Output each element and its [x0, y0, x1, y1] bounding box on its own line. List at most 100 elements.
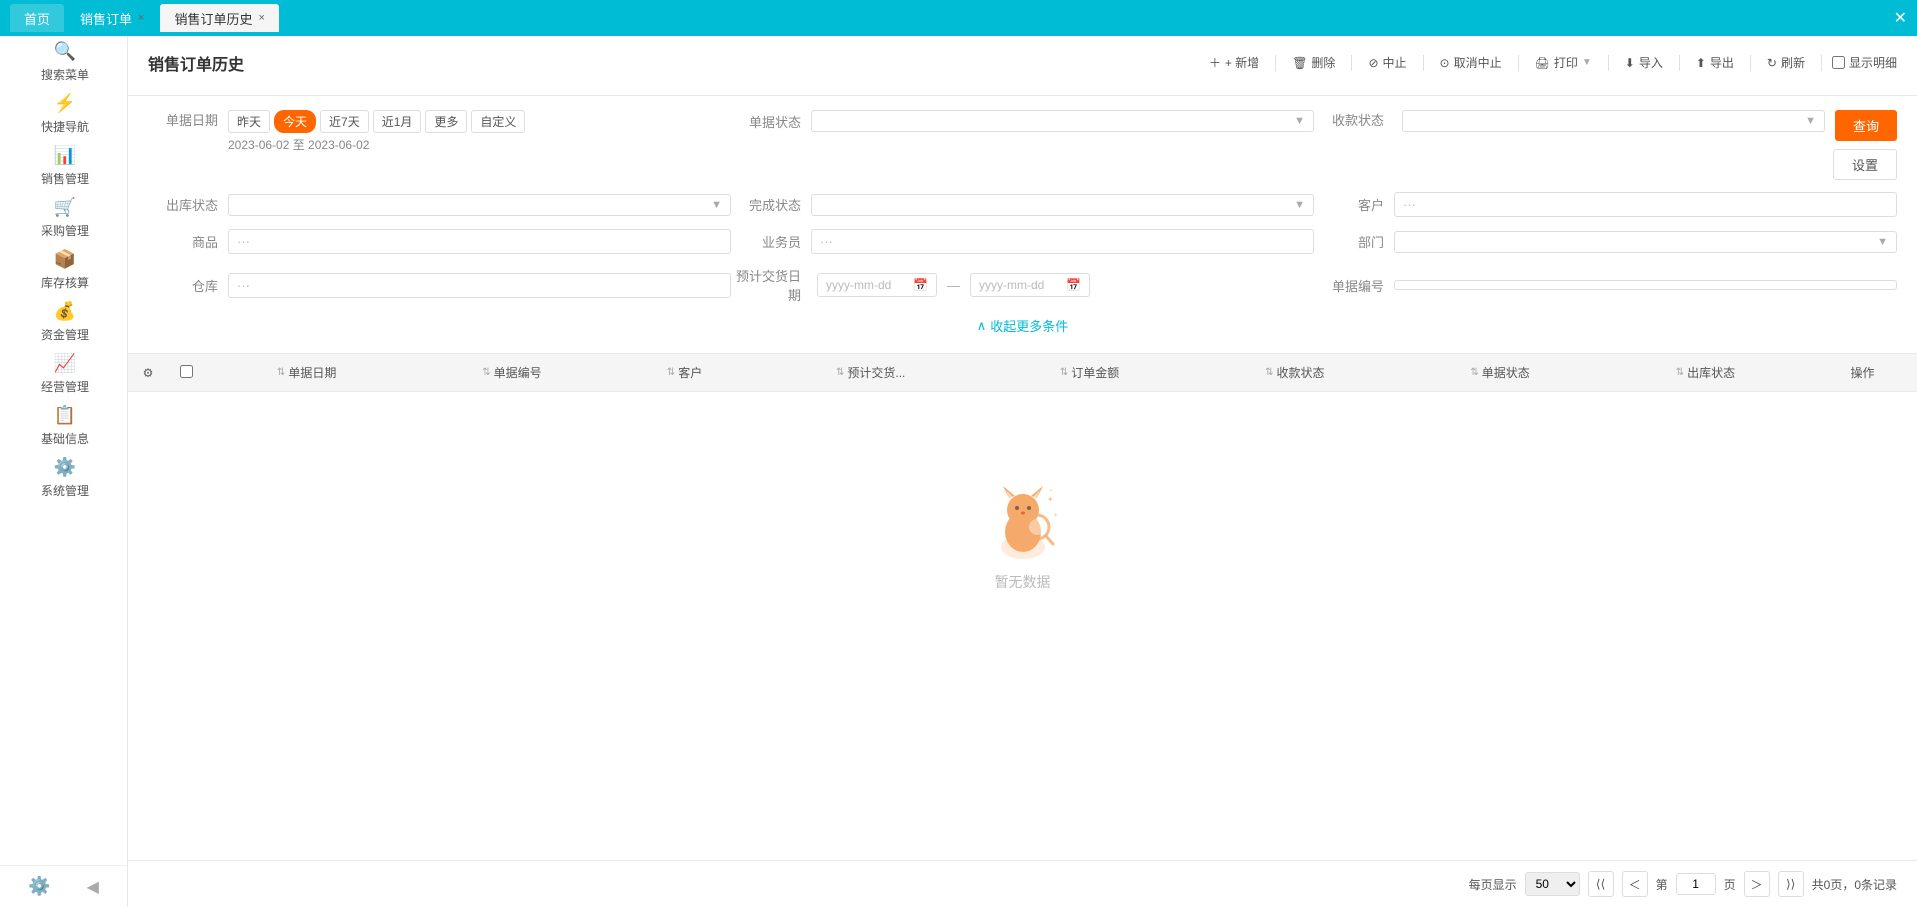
toolbar-sep-7: [1750, 55, 1751, 71]
select-all-checkbox[interactable]: [180, 365, 193, 378]
th-delivery-status: ⇅ 出库状态: [1603, 354, 1808, 392]
toolbar-sep-4: [1518, 55, 1519, 71]
date-btn-7days[interactable]: 近7天: [320, 110, 369, 133]
window-close-btn[interactable]: ✕: [1894, 8, 1907, 28]
date-btn-today[interactable]: 今天: [274, 110, 316, 133]
sidebar-item-purchase-mgmt[interactable]: 🛒 采购管理: [0, 192, 127, 244]
date-btn-1month[interactable]: 近1月: [373, 110, 422, 133]
th-action: 操作: [1808, 354, 1917, 392]
order-status-select[interactable]: ▼: [811, 110, 1314, 132]
sidebar-item-system-mgmt[interactable]: ⚙️ 系统管理: [0, 452, 127, 504]
sidebar-item-inventory[interactable]: 📦 库存核算: [0, 244, 127, 296]
export-button[interactable]: ⬆ 导出: [1690, 50, 1740, 75]
tab-sales-order[interactable]: 销售订单 ×: [66, 4, 158, 32]
query-button[interactable]: 查询: [1835, 110, 1897, 141]
display-detail-checkbox[interactable]: [1832, 56, 1845, 69]
operations-icon: 📈: [54, 353, 76, 374]
tab-sales-order-history[interactable]: 销售订单历史 ×: [160, 4, 278, 32]
finance-icon: 💰: [54, 301, 76, 322]
per-page-select[interactable]: 50 20 100: [1525, 872, 1580, 896]
tab-sales-order-close[interactable]: ×: [138, 12, 144, 24]
last-page-btn[interactable]: ⟩⟩: [1778, 871, 1804, 897]
top-bar-right: ✕: [1894, 8, 1907, 28]
tab-sales-order-history-close[interactable]: ×: [258, 12, 264, 24]
svg-text:✦: ✦: [1049, 488, 1053, 494]
th-date-sort-icon[interactable]: ⇅: [277, 367, 285, 378]
th-order-amount-sort-icon[interactable]: ⇅: [1060, 367, 1068, 378]
sidebar-item-system-mgmt-label: 系统管理: [41, 482, 89, 499]
cancel-stop-button[interactable]: ⊙ 取消中止: [1434, 50, 1508, 75]
settings-button[interactable]: 设置: [1833, 149, 1897, 180]
main-layout: 🔍 搜索菜单 ⚡ 快捷导航 📊 销售管理 🛒 采购管理 📦 库存核算 💰 资金管…: [0, 36, 1917, 907]
sidebar-item-operations-label: 经营管理: [41, 378, 89, 395]
import-button[interactable]: ⬇ 导入: [1619, 50, 1669, 75]
th-customer-sort-icon[interactable]: ⇅: [667, 367, 675, 378]
order-number-input[interactable]: [1394, 280, 1897, 290]
calendar-icon-end: 📅: [1066, 278, 1081, 292]
stop-button[interactable]: ⊘ 中止: [1362, 50, 1412, 75]
th-settings[interactable]: ⚙: [128, 354, 168, 392]
th-payment-status: ⇅ 收款状态: [1192, 354, 1397, 392]
per-page-label: 每页显示: [1469, 876, 1517, 893]
tab-home[interactable]: 首页: [10, 4, 64, 32]
toolbar-sep-6: [1679, 55, 1680, 71]
delivery-status-select[interactable]: ▼: [228, 194, 731, 216]
table-header-row: ⚙ ⇅ 单据日期 ⇅: [128, 354, 1917, 392]
page-label-after: 页: [1724, 876, 1736, 893]
top-tab-bar: 首页 销售订单 × 销售订单历史 × ✕: [0, 0, 1917, 36]
filter-expected-delivery-cell: 预计交货日期 yyyy-mm-dd 📅 — yyyy-mm-dd 📅: [731, 266, 1314, 304]
sidebar-item-basic-info[interactable]: 📋 基础信息: [0, 400, 127, 452]
warehouse-input[interactable]: ···: [228, 273, 731, 298]
print-button[interactable]: 🖨 打印 ▼: [1529, 50, 1598, 75]
salesperson-input[interactable]: ···: [811, 229, 1314, 254]
product-input[interactable]: ···: [228, 229, 731, 254]
date-btn-more[interactable]: 更多: [425, 110, 467, 133]
settings-gear-icon: ⚙: [143, 366, 154, 380]
purchase-mgmt-icon: 🛒: [54, 197, 76, 218]
th-checkbox[interactable]: [168, 354, 204, 392]
add-button[interactable]: ＋ + 新增: [1203, 50, 1265, 75]
delete-button[interactable]: 🗑 删除: [1286, 50, 1341, 75]
th-number-sort-icon[interactable]: ⇅: [482, 367, 490, 378]
th-expected-delivery: ⇅ 预计交货...: [754, 354, 986, 392]
th-delivery-status-sort-icon[interactable]: ⇅: [1676, 367, 1684, 378]
department-select[interactable]: ▼: [1394, 231, 1897, 253]
system-mgmt-icon: ⚙️: [54, 457, 76, 478]
expected-delivery-label: 预计交货日期: [731, 266, 811, 304]
customer-input[interactable]: ···: [1394, 192, 1897, 217]
sidebar: 🔍 搜索菜单 ⚡ 快捷导航 📊 销售管理 🛒 采购管理 📦 库存核算 💰 资金管…: [0, 36, 128, 907]
page-number-input[interactable]: 1: [1676, 873, 1716, 895]
th-order-status-sort-icon[interactable]: ⇅: [1470, 367, 1478, 378]
sidebar-item-quick-nav[interactable]: ⚡ 快捷导航: [0, 88, 127, 140]
refresh-button[interactable]: ↻ 刷新: [1761, 50, 1811, 75]
sidebar-item-search-menu[interactable]: 🔍 搜索菜单: [0, 36, 127, 88]
date-btn-yesterday[interactable]: 昨天: [228, 110, 270, 133]
th-payment-status-sort-icon[interactable]: ⇅: [1265, 367, 1273, 378]
table-area: ⚙ ⇅ 单据日期 ⇅: [128, 354, 1917, 860]
sidebar-item-finance[interactable]: 💰 资金管理: [0, 296, 127, 348]
sidebar-item-sales-mgmt[interactable]: 📊 销售管理: [0, 140, 127, 192]
delete-icon: 🗑: [1292, 56, 1307, 70]
completion-status-select[interactable]: ▼: [811, 194, 1314, 216]
tab-sales-order-history-label: 销售订单历史: [174, 9, 252, 28]
cancel-stop-icon: ⊙: [1440, 56, 1450, 70]
sidebar-settings-icon[interactable]: ⚙️: [28, 876, 50, 897]
collapse-btn[interactable]: ∧ 收起更多条件: [148, 312, 1897, 339]
th-order-status: ⇅ 单据状态: [1397, 354, 1602, 392]
payment-status-select[interactable]: ▼: [1402, 110, 1825, 132]
delivery-date-end[interactable]: yyyy-mm-dd 📅: [970, 273, 1090, 297]
next-page-btn[interactable]: ＞: [1744, 871, 1770, 897]
prev-page-btn[interactable]: ＜: [1622, 871, 1648, 897]
sales-mgmt-icon: 📊: [54, 145, 76, 166]
delivery-date-start[interactable]: yyyy-mm-dd 📅: [817, 273, 937, 297]
sidebar-bottom: ⚙️ ◀: [0, 865, 127, 907]
th-expected-delivery-sort-icon[interactable]: ⇅: [836, 367, 844, 378]
pagination-bar: 每页显示 50 20 100 ⟨⟨ ＜ 第 1 页 ＞ ⟩⟩ 共0页，0条记录: [128, 860, 1917, 907]
sidebar-item-operations[interactable]: 📈 经营管理: [0, 348, 127, 400]
date-btn-custom[interactable]: 自定义: [471, 110, 525, 133]
basic-info-icon: 📋: [54, 405, 76, 426]
first-page-btn[interactable]: ⟨⟨: [1588, 871, 1614, 897]
sidebar-collapse-icon[interactable]: ◀: [87, 877, 99, 897]
page-title-row: 销售订单历史 ＋ + 新增 🗑 删除 ⊘ 中止: [148, 50, 1897, 75]
search-menu-icon: 🔍: [54, 41, 76, 62]
